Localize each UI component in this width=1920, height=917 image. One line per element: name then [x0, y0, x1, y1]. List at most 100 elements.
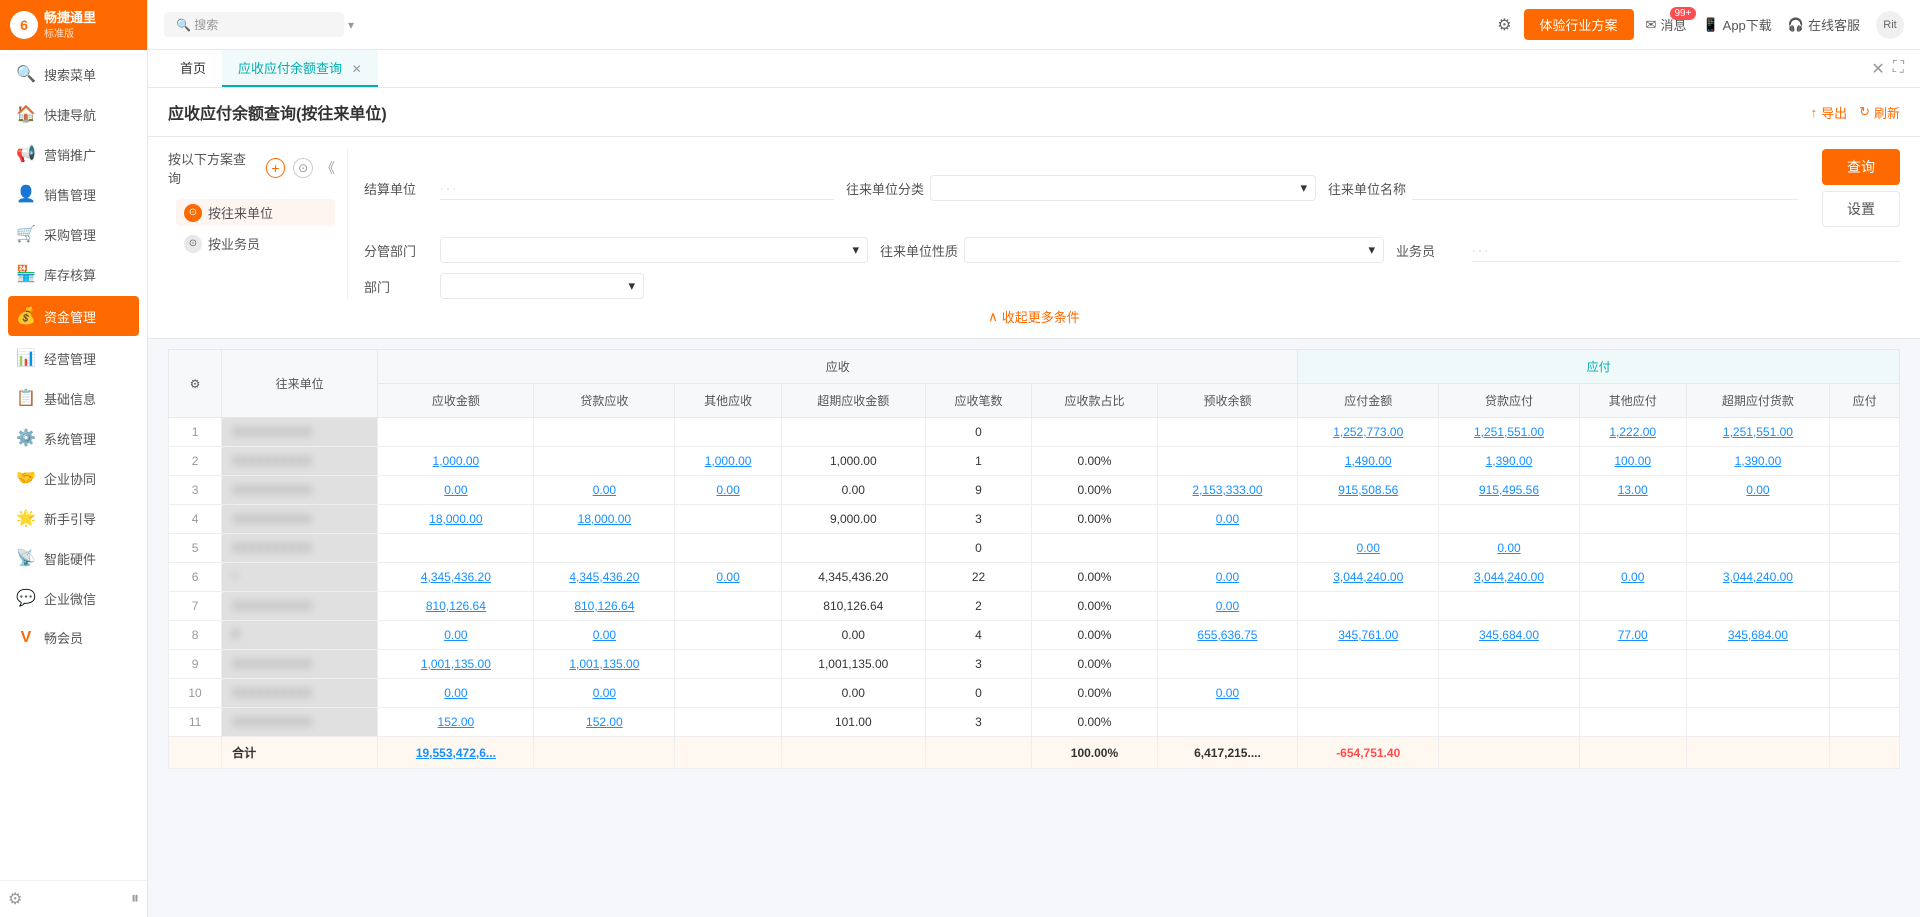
- sidebar-item-member[interactable]: V 畅会员: [0, 618, 147, 657]
- cell-ap-amount[interactable]: 3,044,240.00: [1298, 563, 1439, 592]
- sidebar-item-finance[interactable]: 💰 资金管理: [8, 296, 139, 336]
- cell-ar-amount[interactable]: 1,000.00: [378, 447, 534, 476]
- cell-ar-amount[interactable]: 152.00: [378, 708, 534, 737]
- cell-ap-overdue[interactable]: 1,390.00: [1686, 447, 1830, 476]
- cell-ar-amount[interactable]: 1,001,135.00: [378, 650, 534, 679]
- cell-ar-prepay[interactable]: 0.00: [1157, 679, 1298, 708]
- online-service-area[interactable]: 🎧 在线客服: [1788, 15, 1860, 34]
- dept-select[interactable]: ▾: [440, 273, 644, 299]
- filter-collapse-button[interactable]: 《: [321, 158, 335, 178]
- cell-ar-other[interactable]: 0.00: [675, 476, 782, 505]
- sidebar-item-quick-nav[interactable]: 🏠 快捷导航: [0, 94, 147, 134]
- cell-ap-amount[interactable]: 345,761.00: [1298, 621, 1439, 650]
- cell-ap-overdue[interactable]: 0.00: [1686, 476, 1830, 505]
- tabbar-close-icon[interactable]: ✕: [1871, 59, 1884, 79]
- cell-ap-loan[interactable]: 1,390.00: [1439, 447, 1580, 476]
- sidebar-item-operation[interactable]: 📊 经营管理: [0, 338, 147, 378]
- sidebar-item-marketing[interactable]: 📢 营销推广: [0, 134, 147, 174]
- cell-ar-loan[interactable]: 4,345,436.20: [534, 563, 675, 592]
- cell-ap-other[interactable]: 13.00: [1579, 476, 1686, 505]
- query-button[interactable]: 查询: [1822, 149, 1900, 185]
- settlement-unit-input[interactable]: ···: [440, 177, 834, 200]
- filter-settings-icon[interactable]: ⊙: [293, 158, 313, 178]
- settings-button[interactable]: 设置: [1822, 191, 1900, 227]
- filter-option-by-staff[interactable]: ⊙ 按业务员: [176, 230, 335, 257]
- topbar-dropdown-arrow[interactable]: ▾: [348, 18, 354, 32]
- cell-ar-amount[interactable]: 0.00: [378, 621, 534, 650]
- sidebar-item-hardware[interactable]: 📡 智能硬件: [0, 538, 147, 578]
- cell-ar-loan[interactable]: 18,000.00: [534, 505, 675, 534]
- filter-option-by-partner[interactable]: ⊙ 按往来单位: [176, 199, 335, 226]
- app-download-area[interactable]: 📱 App下载: [1702, 15, 1771, 34]
- cell-ap-amount[interactable]: 1,252,773.00: [1298, 418, 1439, 447]
- cell-ar-amount[interactable]: 810,126.64: [378, 592, 534, 621]
- cell-ap-loan[interactable]: 3,044,240.00: [1439, 563, 1580, 592]
- dept-manage-select[interactable]: ▾: [440, 237, 868, 263]
- cell-ar-loan[interactable]: 0.00: [534, 621, 675, 650]
- filter-partner-category: 往来单位分类 ▾: [846, 175, 1316, 201]
- sidebar-item-system[interactable]: ⚙️ 系统管理: [0, 418, 147, 458]
- cell-ar-amount[interactable]: 18,000.00: [378, 505, 534, 534]
- solution-button[interactable]: 体验行业方案: [1524, 9, 1634, 40]
- sidebar-item-purchase[interactable]: 🛒 采购管理: [0, 214, 147, 254]
- filter-add-button[interactable]: +: [266, 158, 286, 178]
- col-group-ap: 应付: [1298, 350, 1900, 384]
- cell-ap-other[interactable]: 100.00: [1579, 447, 1686, 476]
- sidebar-item-wechat[interactable]: 💬 企业微信: [0, 578, 147, 618]
- cell-ar-other[interactable]: 0.00: [675, 563, 782, 592]
- cell-ar-amount[interactable]: 4,345,436.20: [378, 563, 534, 592]
- sidebar-item-inventory[interactable]: 🏪 库存核算: [0, 254, 147, 294]
- cell-ar-prepay[interactable]: 0.00: [1157, 505, 1298, 534]
- cell-ar-prepay[interactable]: 0.00: [1157, 563, 1298, 592]
- cell-ar-prepay[interactable]: 2,153,333.00: [1157, 476, 1298, 505]
- filter-collapse-row[interactable]: ∧ 收起更多条件: [168, 307, 1900, 326]
- tab-home[interactable]: 首页: [164, 50, 222, 87]
- partner-name-input[interactable]: [1412, 176, 1798, 200]
- tabbar-expand-icon[interactable]: ⛶: [1893, 59, 1904, 79]
- table-settings-icon[interactable]: ⚙: [169, 350, 222, 418]
- cell-ar-loan[interactable]: 0.00: [534, 476, 675, 505]
- sidebar-collapse-icon[interactable]: ⏸: [131, 890, 139, 908]
- messages-icon-area[interactable]: ✉ 消息 99+: [1646, 15, 1687, 34]
- sidebar-item-basic[interactable]: 📋 基础信息: [0, 378, 147, 418]
- cell-ar-other[interactable]: 1,000.00: [675, 447, 782, 476]
- cell-ap-overdue[interactable]: 1,251,551.00: [1686, 418, 1830, 447]
- cell-ap-other[interactable]: 1,222.00: [1579, 418, 1686, 447]
- cell-ar-loan[interactable]: 0.00: [534, 679, 675, 708]
- cell-ap-loan[interactable]: 0.00: [1439, 534, 1580, 563]
- sidebar-settings-icon[interactable]: ⚙: [8, 889, 22, 909]
- cell-ar-prepay[interactable]: 655,636.75: [1157, 621, 1298, 650]
- cell-ar-prepay[interactable]: 0.00: [1157, 592, 1298, 621]
- tab-ar-ap[interactable]: 应收应付余额查询 ✕: [222, 50, 378, 87]
- refresh-button[interactable]: ↻ 刷新: [1859, 103, 1900, 122]
- topbar-gear-icon[interactable]: ⚙: [1497, 15, 1511, 35]
- sidebar-item-guide[interactable]: 🌟 新手引导: [0, 498, 147, 538]
- page-content: 应收应付余额查询(按往来单位) ↑ 导出 ↻ 刷新 按以下方案查询: [148, 88, 1920, 917]
- partner-nature-select[interactable]: ▾: [964, 237, 1384, 263]
- cell-ar-loan[interactable]: 810,126.64: [534, 592, 675, 621]
- cell-ap-loan[interactable]: 1,251,551.00: [1439, 418, 1580, 447]
- sidebar-item-corp[interactable]: 🤝 企业协同: [0, 458, 147, 498]
- cell-ar-amount[interactable]: 0.00: [378, 679, 534, 708]
- cell-ap-amount[interactable]: 915,508.56: [1298, 476, 1439, 505]
- cell-ap-overdue[interactable]: 345,684.00: [1686, 621, 1830, 650]
- cell-ar-loan[interactable]: 1,001,135.00: [534, 650, 675, 679]
- salesperson-input[interactable]: ···: [1472, 239, 1900, 262]
- cell-ap-loan[interactable]: 345,684.00: [1439, 621, 1580, 650]
- cell-ar-prepay: [1157, 650, 1298, 679]
- sidebar-item-sales[interactable]: 👤 销售管理: [0, 174, 147, 214]
- cell-ap-loan[interactable]: 915,495.56: [1439, 476, 1580, 505]
- cell-ap-overdue[interactable]: 3,044,240.00: [1686, 563, 1830, 592]
- quick-nav-icon: 🏠: [16, 104, 36, 124]
- export-button[interactable]: ↑ 导出: [1811, 103, 1848, 122]
- cell-ar-amount[interactable]: 0.00: [378, 476, 534, 505]
- cell-ap-amount[interactable]: 1,490.00: [1298, 447, 1439, 476]
- cell-ap-other[interactable]: 0.00: [1579, 563, 1686, 592]
- cell-ap-other[interactable]: 77.00: [1579, 621, 1686, 650]
- partner-category-select[interactable]: ▾: [930, 175, 1316, 201]
- cell-ap-amount[interactable]: 0.00: [1298, 534, 1439, 563]
- cell-ar-loan[interactable]: 152.00: [534, 708, 675, 737]
- user-avatar[interactable]: Rit: [1876, 11, 1904, 39]
- sidebar-item-search-menu[interactable]: 🔍 搜索菜单: [0, 54, 147, 94]
- tab-close-icon[interactable]: ✕: [352, 62, 362, 76]
